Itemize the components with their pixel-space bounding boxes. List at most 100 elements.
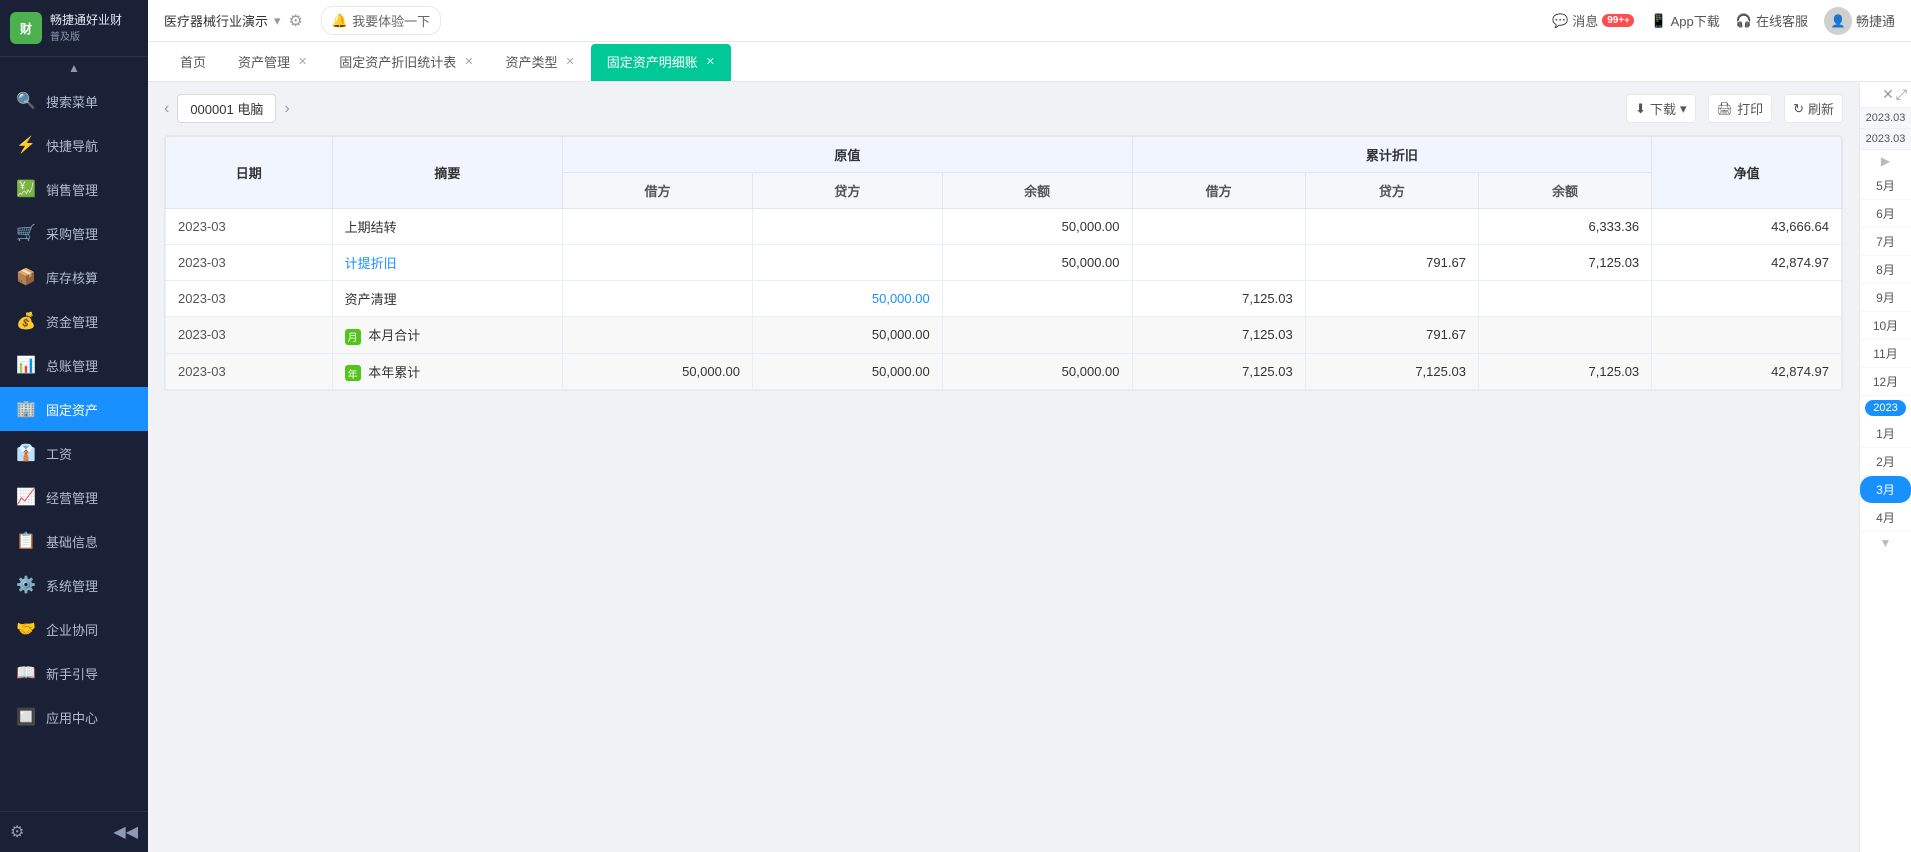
month-4[interactable]: 4月 (1860, 504, 1911, 532)
sidebar-item-app-center[interactable]: 🔲 应用中心 (0, 695, 148, 739)
sidebar-item-ledger[interactable]: 📊 总账管理 (0, 343, 148, 387)
cell-date: 2023-03 (166, 245, 333, 281)
cell-accum-credit: 791.67 (1305, 317, 1478, 354)
sidebar-item-basic-info[interactable]: 📋 基础信息 (0, 519, 148, 563)
service-icon: 🎧 (1736, 13, 1752, 29)
nav-prev-button[interactable]: ‹ (164, 100, 169, 118)
sidebar-item-inventory[interactable]: 📦 库存核算 (0, 255, 148, 299)
sidebar-item-label: 销售管理 (46, 180, 98, 199)
month-11[interactable]: 11月 (1860, 340, 1911, 368)
cell-accum-credit (1305, 209, 1478, 245)
tab-close-icon[interactable]: ✕ (298, 55, 307, 68)
month-8[interactable]: 8月 (1860, 256, 1911, 284)
tab-depreciation-table[interactable]: 固定资产折旧统计表 ✕ (323, 44, 489, 81)
tab-close-icon[interactable]: ✕ (706, 55, 715, 68)
cell-date: 2023-03 (166, 317, 333, 354)
pre-2023-months: 5月 6月 7月 8月 9月 10月 11月 12月 (1860, 172, 1911, 396)
download-icon: ⬇ (1635, 101, 1646, 117)
settings-icon[interactable]: ⚙ (10, 822, 24, 842)
sidebar-scroll-up[interactable]: ▲ (68, 61, 80, 75)
month-12[interactable]: 12月 (1860, 368, 1911, 396)
th-accum-credit: 贷方 (1305, 173, 1478, 209)
cell-accum-credit: 7,125.03 (1305, 353, 1478, 390)
tab-home-label: 首页 (180, 52, 206, 71)
user-menu[interactable]: 👤 畅捷通 (1824, 7, 1895, 35)
download-label: 下载 (1650, 99, 1676, 118)
dropdown-arrow-icon[interactable]: ▾ (274, 13, 281, 29)
cell-orig-balance: 50,000.00 (942, 353, 1132, 390)
cell-summary: 上期结转 (332, 209, 563, 245)
cell-orig-credit (752, 245, 942, 281)
tab-asset-detail[interactable]: 固定资产明细账 ✕ (591, 44, 731, 81)
table-row: 2023-03 资产清理 50,000.00 7,125.03 (166, 281, 1842, 317)
refresh-button[interactable]: ↻ 刷新 (1784, 94, 1843, 123)
panel-close-button[interactable]: ✕ (1882, 86, 1894, 103)
asset-tag: 000001 电脑 (177, 94, 276, 123)
cell-summary: 年 本年累计 (332, 353, 563, 390)
tab-home[interactable]: 首页 (164, 44, 222, 81)
asset-nav: ‹ 000001 电脑 › ⬇ 下载 ▾ 🖨 打印 ↻ 刷新 (164, 94, 1843, 123)
sidebar-item-system[interactable]: ⚙️ 系统管理 (0, 563, 148, 607)
month-10[interactable]: 10月 (1860, 312, 1911, 340)
message-button[interactable]: 💬 消息 99++ (1552, 11, 1634, 30)
experience-button[interactable]: 🔔 我要体验一下 (321, 6, 441, 35)
collapse-icon[interactable]: ◀◀ (113, 822, 138, 842)
month-2[interactable]: 2月 (1860, 448, 1911, 476)
sidebar-item-label: 经营管理 (46, 488, 98, 507)
sidebar-item-funds[interactable]: 💰 资金管理 (0, 299, 148, 343)
table-row-month-total: 2023-03 月 本月合计 50,000.00 7,125.03 791.67 (166, 317, 1842, 354)
app-download-button[interactable]: 📱 App下载 (1650, 11, 1719, 30)
month-9[interactable]: 9月 (1860, 284, 1911, 312)
scroll-down-icon[interactable]: ▼ (1880, 536, 1892, 550)
month-1[interactable]: 1月 (1860, 420, 1911, 448)
online-service-button[interactable]: 🎧 在线客服 (1736, 11, 1808, 30)
settings-button[interactable]: ⚙ (289, 11, 303, 31)
sidebar-item-enterprise[interactable]: 🤝 企业协同 (0, 607, 148, 651)
ledger-icon: 📊 (16, 355, 36, 375)
post-2023-months: 1月 2月 3月 4月 (1860, 420, 1911, 532)
month-3-active[interactable]: 3月 (1860, 476, 1911, 504)
tab-asset-management[interactable]: 资产管理 ✕ (222, 44, 323, 81)
sidebar-item-fixed-assets[interactable]: 🏢 固定资产 (0, 387, 148, 431)
sidebar-item-operations[interactable]: 📈 经营管理 (0, 475, 148, 519)
cell-accum-debit: 7,125.03 (1132, 281, 1305, 317)
sidebar-item-purchase[interactable]: 🛒 采购管理 (0, 211, 148, 255)
cell-accum-debit: 7,125.03 (1132, 353, 1305, 390)
sidebar-item-search[interactable]: 🔍 搜索菜单 (0, 79, 148, 123)
th-original-value: 原值 (563, 137, 1132, 173)
sidebar-item-label: 快捷导航 (46, 136, 98, 155)
year-2023-badge: 2023 (1865, 400, 1905, 416)
nav-next-button[interactable]: › (284, 100, 289, 118)
month-7[interactable]: 7月 (1860, 228, 1911, 256)
topbar: 医疗器械行业演示 ▾ ⚙ 🔔 我要体验一下 💬 消息 99++ 📱 App下载 … (148, 0, 1911, 42)
sidebar-item-guide[interactable]: 📖 新手引导 (0, 651, 148, 695)
tab-close-icon[interactable]: ✕ (464, 55, 473, 68)
month-5[interactable]: 5月 (1860, 172, 1911, 200)
right-calendar-panel: ✕ ⤢ 2023.03 2023.03 ▶ 5月 6月 7月 8月 9月 10月… (1859, 82, 1911, 852)
panel-expand-button[interactable]: ⤢ (1896, 86, 1907, 103)
sidebar-item-label: 总账管理 (46, 356, 98, 375)
search-icon: 🔍 (16, 91, 36, 111)
guide-icon: 📖 (16, 663, 36, 683)
month-6[interactable]: 6月 (1860, 200, 1911, 228)
sidebar-item-label: 新手引导 (46, 664, 98, 683)
cell-net-value (1652, 281, 1842, 317)
tab-label: 固定资产明细账 (607, 52, 698, 71)
tab-close-icon[interactable]: ✕ (566, 55, 575, 68)
cell-net-value: 42,874.97 (1652, 353, 1842, 390)
cell-net-value: 42,874.97 (1652, 245, 1842, 281)
cell-accum-balance: 6,333.36 (1478, 209, 1651, 245)
print-button[interactable]: 🖨 打印 (1708, 94, 1773, 123)
sidebar-item-salary[interactable]: 👔 工资 (0, 431, 148, 475)
tab-asset-type[interactable]: 资产类型 ✕ (489, 44, 590, 81)
download-button[interactable]: ⬇ 下载 ▾ (1626, 94, 1695, 123)
logo-text: 畅捷通好业财 (50, 13, 122, 29)
cell-accum-debit (1132, 245, 1305, 281)
expand-right-icon[interactable]: ▶ (1881, 154, 1890, 168)
sidebar-item-label: 企业协同 (46, 620, 98, 639)
refresh-icon: ↻ (1793, 101, 1804, 117)
main-content: ‹ 000001 电脑 › ⬇ 下载 ▾ 🖨 打印 ↻ 刷新 (148, 82, 1859, 852)
sidebar-item-sales[interactable]: 💹 销售管理 (0, 167, 148, 211)
sidebar-item-quicknav[interactable]: ⚡ 快捷导航 (0, 123, 148, 167)
th-orig-balance: 余额 (942, 173, 1132, 209)
